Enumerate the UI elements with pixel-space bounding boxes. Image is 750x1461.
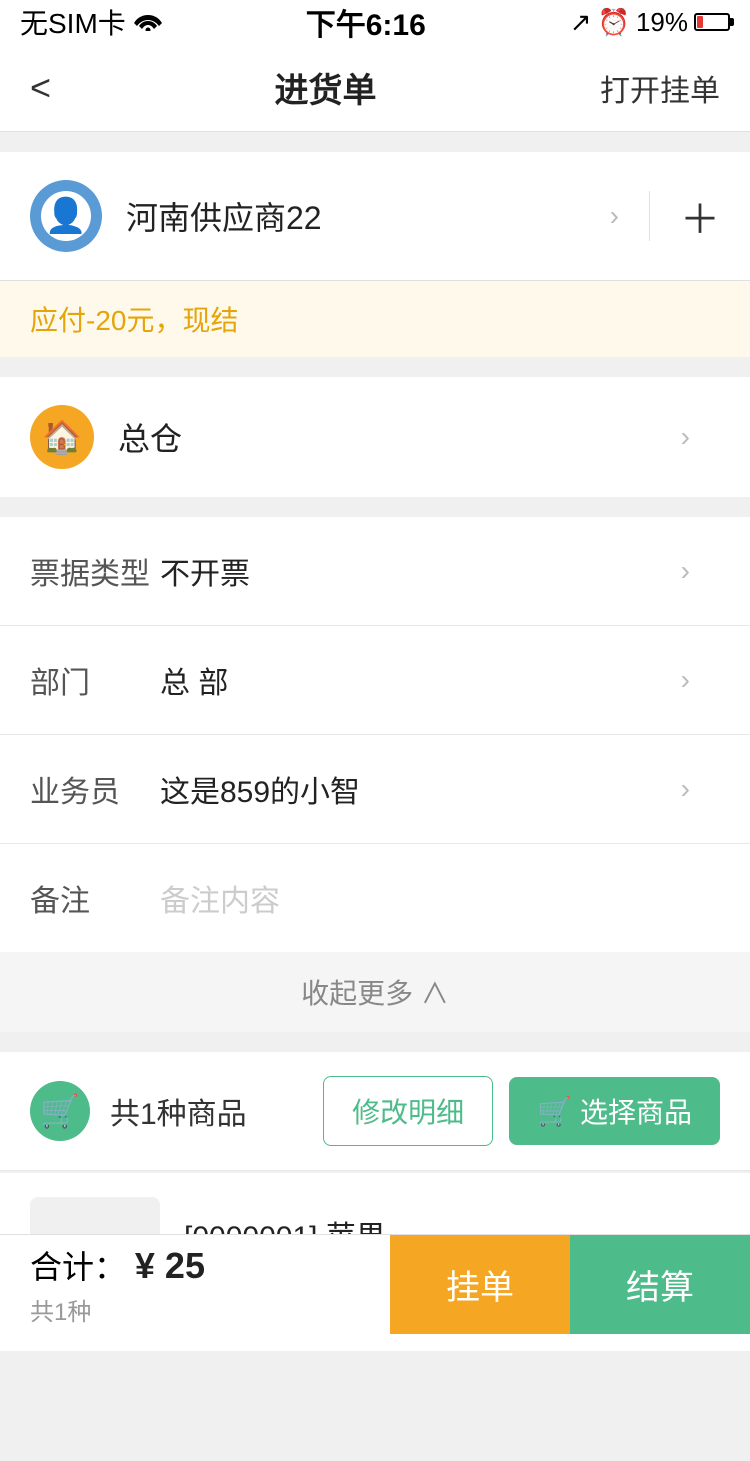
total-line: 合计： ¥ 25 <box>30 1242 360 1288</box>
alarm-icon: ⏰ <box>598 7 630 38</box>
supplier-row[interactable]: 👤 河南供应商22 › ＋ <box>0 152 750 281</box>
warehouse-chevron-icon: › <box>681 421 690 453</box>
carrier-label: 无SIM卡 <box>20 2 126 42</box>
bottom-bar: 合计： ¥ 25 共1种 挂单 结算 <box>0 1234 750 1334</box>
invoice-row[interactable]: 票据类型 不开票 › <box>0 517 750 626</box>
battery-percent: 19% <box>636 7 688 38</box>
wifi-icon <box>134 6 162 38</box>
person-icon: 👤 <box>45 196 87 236</box>
invoice-value: 不开票 <box>160 549 681 593</box>
dept-row[interactable]: 部门 总 部 › <box>0 626 750 735</box>
supplier-chevron-icon: › <box>610 200 619 232</box>
warehouse-label: 总仓 <box>118 414 681 460</box>
divider-2 <box>0 357 750 377</box>
select-product-button[interactable]: 🛒 选择商品 <box>509 1077 720 1145</box>
total-amount: ¥ 25 <box>135 1245 205 1286</box>
status-bar: 无SIM卡 下午6:16 ↗ ⏰ 19% <box>0 0 750 44</box>
sales-label: 业务员 <box>30 767 160 811</box>
products-icon-wrap: 🛒 <box>30 1081 90 1141</box>
collapse-bar[interactable]: 收起更多 ∧ <box>0 952 750 1032</box>
dept-value: 总 部 <box>160 658 681 702</box>
warehouse-row[interactable]: 🏠 总仓 › <box>0 377 750 497</box>
total-sub: 共1种 <box>30 1292 360 1327</box>
dept-chevron-icon: › <box>681 664 690 696</box>
invoice-chevron-icon: › <box>681 555 690 587</box>
total-area: 合计： ¥ 25 共1种 <box>0 1235 390 1334</box>
divider-4 <box>0 1032 750 1052</box>
supplier-section: 👤 河南供应商22 › ＋ 应付-20元，现结 <box>0 152 750 357</box>
suspend-button[interactable]: 挂单 <box>390 1235 570 1334</box>
bottom-spacer <box>0 1351 750 1461</box>
vertical-divider <box>649 191 650 241</box>
sales-value: 这是859的小智 <box>160 767 681 811</box>
divider-3 <box>0 497 750 517</box>
remark-row[interactable]: 备注 备注内容 <box>0 844 750 952</box>
supplier-avatar: 👤 <box>30 180 102 252</box>
checkout-button[interactable]: 结算 <box>570 1235 750 1334</box>
total-label: 合计： <box>30 1249 126 1285</box>
dept-label: 部门 <box>30 658 160 702</box>
remark-label: 备注 <box>30 876 160 920</box>
supplier-notice: 应付-20元，现结 <box>0 281 750 357</box>
location-icon: ↗ <box>570 7 592 38</box>
warehouse-icon: 🏠 <box>42 418 82 456</box>
products-count: 共1种商品 <box>110 1089 323 1133</box>
nav-bar: < 进货单 打开挂单 <box>0 44 750 132</box>
form-section: 票据类型 不开票 › 部门 总 部 › 业务员 这是859的小智 › 备注 备注… <box>0 517 750 952</box>
edit-detail-button[interactable]: 修改明细 <box>323 1076 493 1146</box>
supplier-name: 河南供应商22 <box>126 193 610 239</box>
select-product-icon: 🛒 <box>537 1095 572 1128</box>
products-header: 🛒 共1种商品 修改明细 🛒 选择商品 <box>0 1052 750 1171</box>
select-product-label: 选择商品 <box>580 1091 692 1131</box>
status-left: 无SIM卡 <box>20 2 162 42</box>
products-icon: 🛒 <box>40 1092 80 1130</box>
page-title: 进货单 <box>275 63 377 112</box>
invoice-label: 票据类型 <box>30 549 160 593</box>
status-right: ↗ ⏰ 19% <box>570 7 730 38</box>
back-button[interactable]: < <box>30 67 51 109</box>
status-time: 下午6:16 <box>306 0 426 44</box>
remark-input[interactable]: 备注内容 <box>160 876 720 920</box>
battery-icon <box>694 13 730 31</box>
sales-chevron-icon: › <box>681 773 690 805</box>
warehouse-section: 🏠 总仓 › <box>0 377 750 497</box>
add-supplier-button[interactable]: ＋ <box>680 187 720 245</box>
sales-row[interactable]: 业务员 这是859的小智 › <box>0 735 750 844</box>
divider-1 <box>0 132 750 152</box>
warehouse-icon-wrap: 🏠 <box>30 405 94 469</box>
open-pending-button[interactable]: 打开挂单 <box>600 66 720 110</box>
